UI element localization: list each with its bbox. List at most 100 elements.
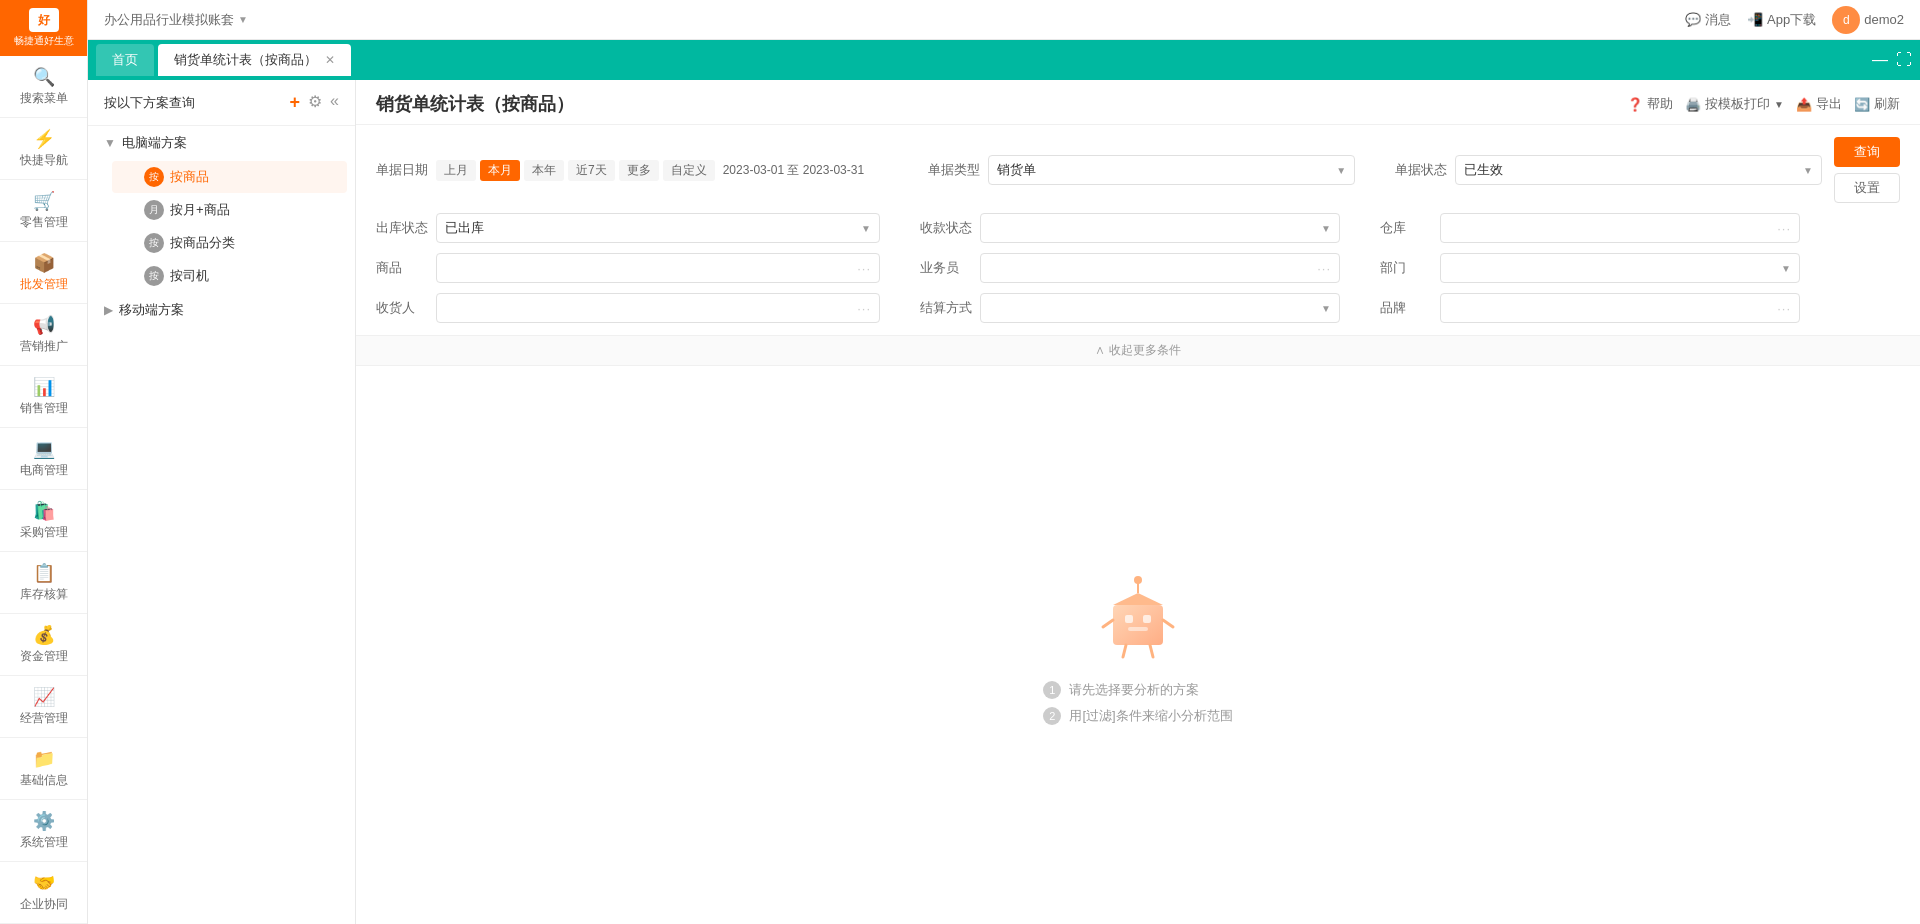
help-button[interactable]: ❓ 帮助 — [1627, 95, 1673, 113]
chevron-down-icon: ▼ — [861, 223, 871, 234]
receiver-control[interactable]: ··· — [436, 293, 880, 323]
retail-icon: 🛒 — [4, 190, 83, 212]
settings-solution-button[interactable]: ⚙ — [308, 92, 322, 113]
tree-item-pc-label: 电脑端方案 — [122, 134, 187, 152]
warehouse-control[interactable]: ··· — [1440, 213, 1800, 243]
tab-close-icon[interactable]: ✕ — [325, 53, 335, 67]
industry-dropdown[interactable]: 办公用品行业模拟账套 ▼ — [104, 11, 248, 29]
filter-row-2: 出库状态 已出库 ▼ 收款状态 ▼ — [376, 213, 1900, 243]
help-icon: ❓ — [1627, 97, 1643, 112]
app-download-label: App下载 — [1767, 11, 1816, 29]
filter-goods-field: 商品 ··· — [376, 253, 880, 283]
sidebar-item-sales[interactable]: 📊 销售管理 — [0, 366, 87, 428]
sidebar-item-inventory[interactable]: 📋 库存核算 — [0, 552, 87, 614]
sidebar-item-search[interactable]: 🔍 搜索菜单 — [0, 56, 87, 118]
sidebar-item-cooperation[interactable]: 🤝 企业协同 — [0, 862, 87, 924]
chevron-down-icon: ▼ — [1321, 303, 1331, 314]
tab-sales-stat[interactable]: 销货单统计表（按商品） ✕ — [158, 44, 351, 76]
out-status-value: 已出库 — [445, 219, 484, 237]
date-tab-this-year[interactable]: 本年 — [524, 160, 564, 181]
date-filter: 上月 本月 本年 近7天 更多 自定义 2023-03-01 至 2023-03… — [436, 160, 888, 181]
goods-label: 商品 — [376, 259, 436, 277]
query-button[interactable]: 查询 — [1834, 137, 1900, 167]
brand-control[interactable]: ··· — [1440, 293, 1800, 323]
collapse-panel-button[interactable]: « — [330, 92, 339, 113]
left-panel: 按以下方案查询 + ⚙ « ▼ 电脑端方案 按 按商品 月 按月+ — [88, 80, 356, 924]
collect-status-control[interactable]: ▼ — [980, 213, 1340, 243]
refresh-button[interactable]: 🔄 刷新 — [1854, 95, 1900, 113]
tip-1-text: 请先选择要分析的方案 — [1069, 681, 1199, 699]
date-tab-last-month[interactable]: 上月 — [436, 160, 476, 181]
app-name: 畅捷通好生意 — [14, 34, 74, 48]
sidebar-item-finance[interactable]: 💰 资金管理 — [0, 614, 87, 676]
dept-control[interactable]: ▼ — [1440, 253, 1800, 283]
tree-leaf-by-goods-category[interactable]: 按 按商品分类 — [112, 227, 347, 259]
settings-button[interactable]: 设置 — [1834, 173, 1900, 203]
svg-line-10 — [1150, 645, 1153, 657]
tab-bar-actions: — ⛶ — [1872, 51, 1912, 69]
sidebar-item-wholesale[interactable]: 📦 批发管理 — [0, 242, 87, 304]
inventory-icon: 📋 — [4, 562, 83, 584]
tree-leaf-by-month-goods[interactable]: 月 按月+商品 — [112, 194, 347, 226]
tab-minimize-icon[interactable]: — — [1872, 51, 1888, 69]
wholesale-icon: 📦 — [4, 252, 83, 274]
date-label: 单据日期 — [376, 161, 436, 179]
collapse-bar[interactable]: ∧ 收起更多条件 — [356, 336, 1920, 366]
brand-label: 品牌 — [1380, 299, 1440, 317]
date-tab-more[interactable]: 更多 — [619, 160, 659, 181]
svg-rect-2 — [1125, 615, 1133, 623]
date-tab-custom[interactable]: 自定义 — [663, 160, 715, 181]
payment-label: 结算方式 — [920, 299, 980, 317]
sidebar-item-quick-nav[interactable]: ⚡ 快捷导航 — [0, 118, 87, 180]
dots-icon: ··· — [1777, 301, 1791, 316]
warehouse-label: 仓库 — [1380, 219, 1440, 237]
message-button[interactable]: 💬 消息 — [1685, 11, 1731, 29]
tip-2-text: 用[过滤]条件来缩小分析范围 — [1069, 707, 1232, 725]
tab-bar: 首页 销货单统计表（按商品） ✕ — ⛶ — [88, 40, 1920, 80]
sidebar-item-marketing[interactable]: 📢 营销推广 — [0, 304, 87, 366]
tab-maximize-icon[interactable]: ⛶ — [1896, 51, 1912, 69]
tip-num-2: 2 — [1043, 707, 1061, 725]
chevron-down-icon: ▼ — [238, 14, 248, 25]
sidebar-item-purchase[interactable]: 🛍️ 采购管理 — [0, 490, 87, 552]
sidebar-item-label: 营销推广 — [4, 338, 83, 355]
doc-type-control[interactable]: 销货单 ▼ — [988, 155, 1355, 185]
user-menu[interactable]: d demo2 — [1832, 6, 1904, 34]
sidebar-item-operations[interactable]: 📈 经营管理 — [0, 676, 87, 738]
filter-out-status-field: 出库状态 已出库 ▼ — [376, 213, 880, 243]
filter-dept-field: 部门 ▼ — [1380, 253, 1800, 283]
doc-status-control[interactable]: 已生效 ▼ — [1455, 155, 1822, 185]
help-label: 帮助 — [1647, 95, 1673, 113]
sidebar-item-label: 电商管理 — [4, 462, 83, 479]
page-actions: ❓ 帮助 🖨️ 按模板打印 ▼ 📤 导出 🔄 刷新 — [1627, 95, 1900, 113]
tree-item-mobile[interactable]: ▶ 移动端方案 — [88, 293, 355, 327]
tree-leaf-by-cashier-label: 按司机 — [170, 267, 209, 285]
payment-control[interactable]: ▼ — [980, 293, 1340, 323]
tree-leaf-by-cashier[interactable]: 按 按司机 — [112, 260, 347, 292]
tree-item-pc[interactable]: ▼ 电脑端方案 — [88, 126, 355, 160]
sidebar-item-system[interactable]: ⚙️ 系统管理 — [0, 800, 87, 862]
sidebar-item-basic[interactable]: 📁 基础信息 — [0, 738, 87, 800]
tree-leaf-by-goods[interactable]: 按 按商品 — [112, 161, 347, 193]
tab-home[interactable]: 首页 — [96, 44, 154, 76]
goods-control[interactable]: ··· — [436, 253, 880, 283]
app-logo: 好 畅捷通好生意 — [0, 0, 88, 56]
out-status-control[interactable]: 已出库 ▼ — [436, 213, 880, 243]
out-status-label: 出库状态 — [376, 219, 436, 237]
salesperson-control[interactable]: ··· — [980, 253, 1340, 283]
marketing-icon: 📢 — [4, 314, 83, 336]
add-solution-button[interactable]: + — [290, 92, 301, 113]
operations-icon: 📈 — [4, 686, 83, 708]
date-tab-7days[interactable]: 近7天 — [568, 160, 615, 181]
message-label: 消息 — [1705, 11, 1731, 29]
sidebar-item-retail[interactable]: 🛒 零售管理 — [0, 180, 87, 242]
left-panel-actions: + ⚙ « — [290, 92, 339, 113]
sidebar-item-label: 快捷导航 — [4, 152, 83, 169]
date-tab-this-month[interactable]: 本月 — [480, 160, 520, 181]
app-download-button[interactable]: 📲 App下载 — [1747, 11, 1816, 29]
sidebar-item-ecom[interactable]: 💻 电商管理 — [0, 428, 87, 490]
ecom-icon: 💻 — [4, 438, 83, 460]
empty-state: 1 请先选择要分析的方案 2 用[过滤]条件来缩小分析范围 — [356, 366, 1920, 924]
print-template-button[interactable]: 🖨️ 按模板打印 ▼ — [1685, 95, 1784, 113]
export-button[interactable]: 📤 导出 — [1796, 95, 1842, 113]
